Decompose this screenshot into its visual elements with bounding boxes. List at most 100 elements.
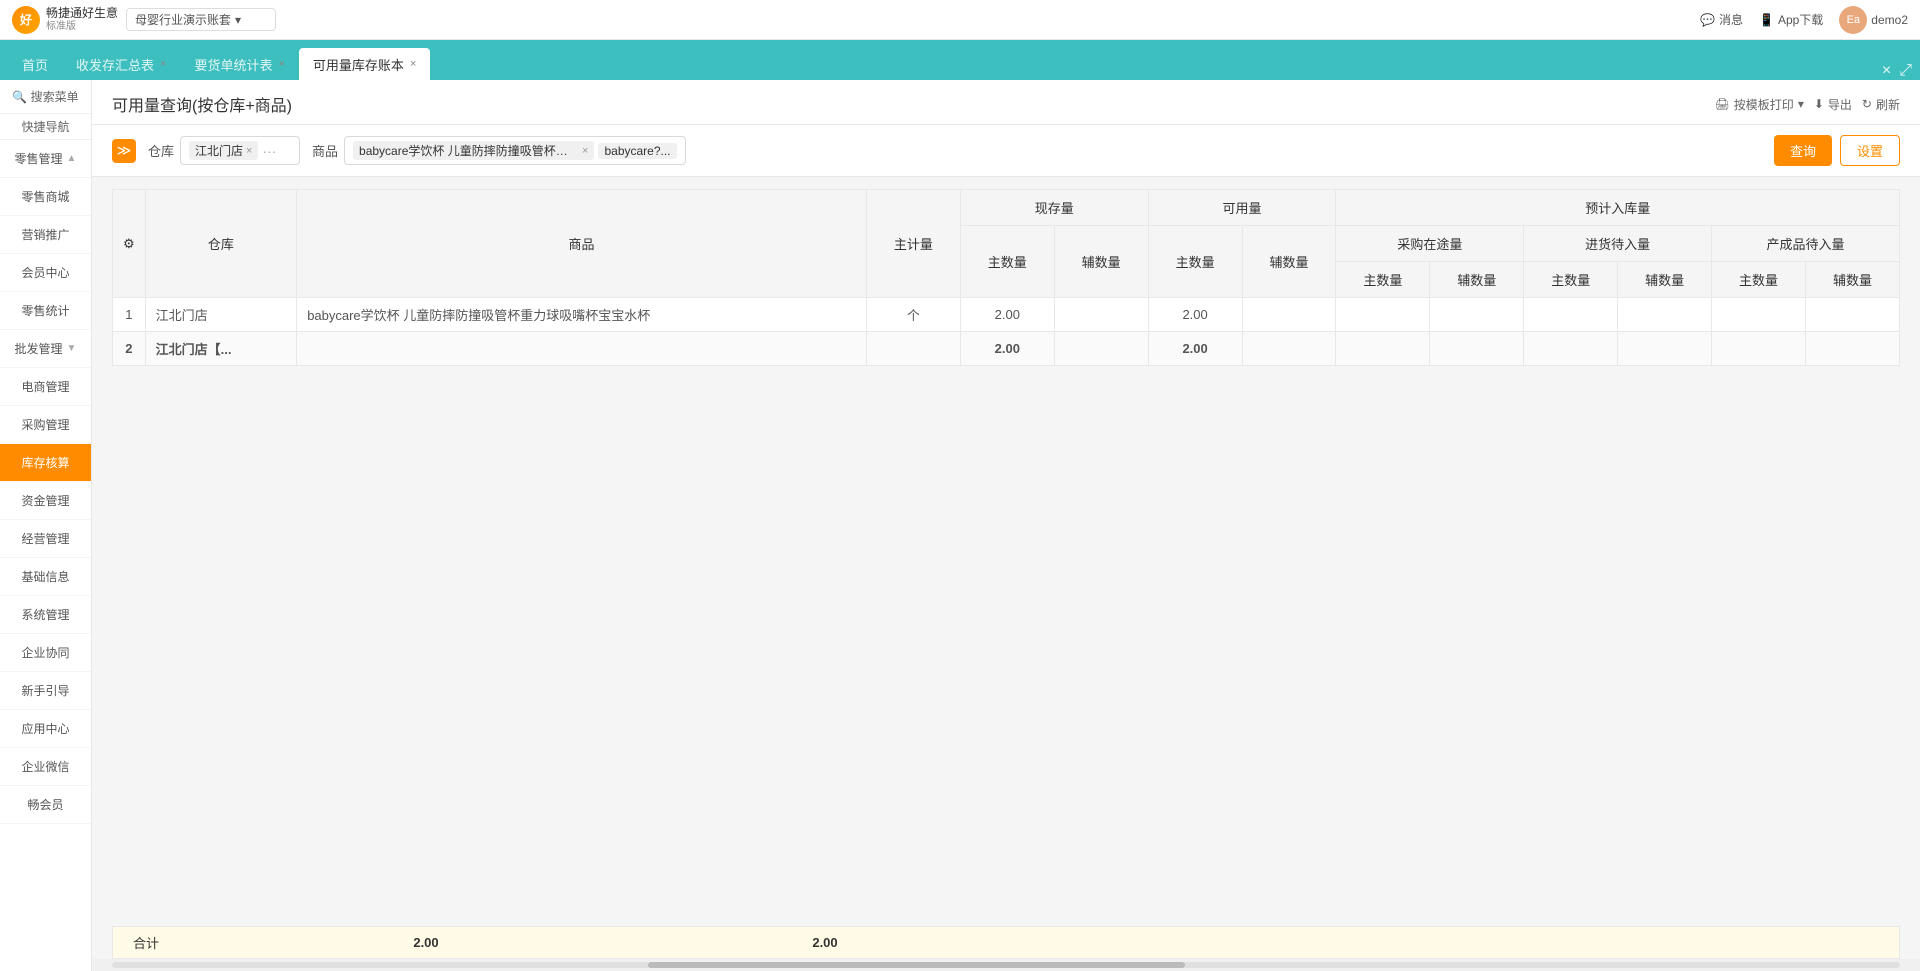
tab-receipt-summary[interactable]: 收发存汇总表 ×	[62, 48, 180, 80]
settings-col-icon: ⚙	[123, 236, 135, 251]
filter-actions: 查询 设置	[1774, 135, 1900, 166]
row-2-num: 2	[113, 332, 146, 366]
tab-close-available-stock[interactable]: ×	[410, 58, 416, 70]
filter-toggle-button[interactable]: ≫	[112, 139, 136, 163]
content-area: 可用量查询(按仓库+商品) 🖨 按模板打印 ▾ ⬇ 导出 ↻ 刷新 ≫	[92, 80, 1920, 971]
table-footer: 合计 2.00 2.00	[112, 926, 1900, 959]
table-row-group: 2 江北门店【... 2.00 2.00	[113, 332, 1900, 366]
tab-order-stats[interactable]: 要货单统计表 ×	[180, 48, 298, 80]
app-download-button[interactable]: 📱 App下载	[1759, 11, 1823, 28]
sidebar-item-marketing[interactable]: 营销推广	[0, 216, 91, 254]
tab-close-order-stats[interactable]: ×	[278, 58, 284, 70]
page-actions: 🖨 按模板打印 ▾ ⬇ 导出 ↻ 刷新	[1715, 96, 1900, 113]
template-print-button[interactable]: 🖨 按模板打印 ▾	[1715, 96, 1804, 113]
export-icon: ⬇	[1814, 97, 1824, 111]
col-planned-inbound-group-header: 预计入库量	[1336, 190, 1900, 226]
col-stock-aux-header: 辅数量	[1054, 226, 1148, 298]
tab-available-stock[interactable]: 可用量库存账本 ×	[299, 48, 430, 80]
close-all-tabs-button[interactable]: ×	[1882, 62, 1891, 80]
sidebar-search[interactable]: 🔍 搜索菜单	[0, 80, 91, 114]
message-icon: 💬	[1700, 13, 1715, 27]
industry-selector[interactable]: 母婴行业演示账套 ▾	[126, 8, 276, 31]
product-filter-input[interactable]: babycare学饮杯 儿童防摔防撞吸管杯重力球吸嘴杯宝宝水杯 × babyca…	[344, 136, 685, 165]
sidebar-quick-nav[interactable]: 快捷导航	[0, 114, 91, 140]
warehouse-more-button[interactable]: ···	[262, 143, 276, 159]
top-bar-right: 💬 消息 📱 App下载 Ea demo2	[1700, 6, 1908, 34]
logo-text: 畅捷通好生意 标准版	[46, 6, 118, 32]
sidebar-item-finance-mgmt[interactable]: 资金管理	[0, 482, 91, 520]
sidebar-item-enterprise-wechat[interactable]: 企业微信	[0, 748, 91, 786]
scrollbar-thumb[interactable]	[648, 962, 1184, 968]
sidebar-item-retail-mgmt[interactable]: 零售管理 ▲	[0, 140, 91, 178]
col-product-header: 商品	[297, 190, 867, 298]
sidebar: 🔍 搜索菜单 快捷导航 零售管理 ▲ 零售商城 营销推广 会员中心 零售统计 批…	[0, 80, 92, 971]
sidebar-item-system-mgmt[interactable]: 系统管理	[0, 596, 91, 634]
row-2-warehouse: 江北门店【...	[145, 332, 297, 366]
sidebar-item-inventory-check[interactable]: 库存核算	[0, 444, 91, 482]
sidebar-item-app-center[interactable]: 应用中心	[0, 710, 91, 748]
table-row: 1 江北门店 babycare学饮杯 儿童防摔防撞吸管杯重力球吸嘴杯宝宝水杯 个…	[113, 298, 1900, 332]
product-tag-2: babycare?...	[598, 143, 676, 159]
row-2-prp-main	[1712, 332, 1806, 366]
page-header: 可用量查询(按仓库+商品) 🖨 按模板打印 ▾ ⬇ 导出 ↻ 刷新	[92, 80, 1920, 125]
col-settings-header[interactable]: ⚙	[113, 190, 146, 298]
row-2-unit	[866, 332, 960, 366]
row-1-pp-main	[1524, 298, 1618, 332]
sidebar-item-wholesale-mgmt[interactable]: 批发管理 ▼	[0, 330, 91, 368]
tab-home[interactable]: 首页	[8, 48, 62, 80]
row-2-pp-main	[1524, 332, 1618, 366]
row-1-stock-main: 2.00	[960, 298, 1054, 332]
page-title: 可用量查询(按仓库+商品)	[112, 92, 292, 116]
chevron-icon: ▲	[67, 153, 77, 164]
export-button[interactable]: ⬇ 导出	[1814, 96, 1852, 113]
settings-button[interactable]: 设置	[1840, 135, 1900, 166]
row-2-pt-main	[1336, 332, 1430, 366]
sidebar-item-enterprise-coop[interactable]: 企业协同	[0, 634, 91, 672]
sidebar-item-vip-member[interactable]: 畅会员	[0, 786, 91, 824]
sidebar-item-retail-mall[interactable]: 零售商城	[0, 178, 91, 216]
sidebar-item-operations-mgmt[interactable]: 经营管理	[0, 520, 91, 558]
sidebar-item-retail-stats[interactable]: 零售统计	[0, 292, 91, 330]
user-menu-button[interactable]: Ea demo2	[1839, 6, 1908, 34]
expand-button[interactable]: ⤢	[1899, 62, 1912, 80]
sidebar-item-new-guide[interactable]: 新手引导	[0, 672, 91, 710]
row-1-pt-main	[1336, 298, 1430, 332]
row-1-stock-aux	[1054, 298, 1148, 332]
footer-avail-main-total: 2.00	[692, 935, 958, 950]
message-button[interactable]: 💬 消息	[1700, 11, 1743, 28]
col-stock-main-header: 主数量	[960, 226, 1054, 298]
col-purchase-transit-aux-header: 辅数量	[1430, 262, 1524, 298]
col-purchase-transit-group-header: 采购在途量	[1336, 226, 1524, 262]
row-1-warehouse: 江北门店	[145, 298, 297, 332]
product-filter-label: 商品	[312, 141, 338, 160]
warehouse-tag-close[interactable]: ×	[246, 145, 252, 157]
row-1-prp-main	[1712, 298, 1806, 332]
download-icon: 📱	[1759, 13, 1774, 27]
filter-area: ≫ 仓库 江北门店 × ··· 商品 babycare学饮杯 儿童防摔防撞吸管杯…	[92, 125, 1920, 177]
row-1-product: babycare学饮杯 儿童防摔防撞吸管杯重力球吸嘴杯宝宝水杯	[297, 298, 867, 332]
chevron-icon: ▼	[67, 343, 77, 354]
horizontal-scrollbar[interactable]	[112, 962, 1900, 968]
row-1-pt-aux	[1430, 298, 1524, 332]
product-tag-1: babycare学饮杯 儿童防摔防撞吸管杯重力球吸嘴杯宝宝水杯 ×	[353, 141, 594, 160]
sidebar-item-basic-info[interactable]: 基础信息	[0, 558, 91, 596]
query-button[interactable]: 查询	[1774, 135, 1832, 166]
footer-stock-main-total: 2.00	[293, 935, 559, 950]
row-1-avail-main: 2.00	[1148, 298, 1242, 332]
sidebar-item-ecommerce-mgmt[interactable]: 电商管理	[0, 368, 91, 406]
footer-label: 合计	[123, 933, 293, 952]
warehouse-filter-label: 仓库	[148, 141, 174, 160]
sidebar-item-purchase-mgmt[interactable]: 采购管理	[0, 406, 91, 444]
search-icon: 🔍	[12, 90, 27, 104]
refresh-button[interactable]: ↻ 刷新	[1862, 96, 1900, 113]
product-tag-1-close[interactable]: ×	[582, 145, 588, 157]
col-avail-main-header: 主数量	[1148, 226, 1242, 298]
row-2-pt-aux	[1430, 332, 1524, 366]
tab-close-receipt-summary[interactable]: ×	[160, 58, 166, 70]
logo-area: 好 畅捷通好生意 标准版	[12, 6, 118, 34]
sidebar-item-member-center[interactable]: 会员中心	[0, 254, 91, 292]
col-production-pending-aux-header: 辅数量	[1805, 262, 1899, 298]
row-1-avail-aux	[1242, 298, 1336, 332]
col-stock-group-header: 现存量	[960, 190, 1148, 226]
warehouse-filter-input[interactable]: 江北门店 × ···	[180, 136, 300, 165]
